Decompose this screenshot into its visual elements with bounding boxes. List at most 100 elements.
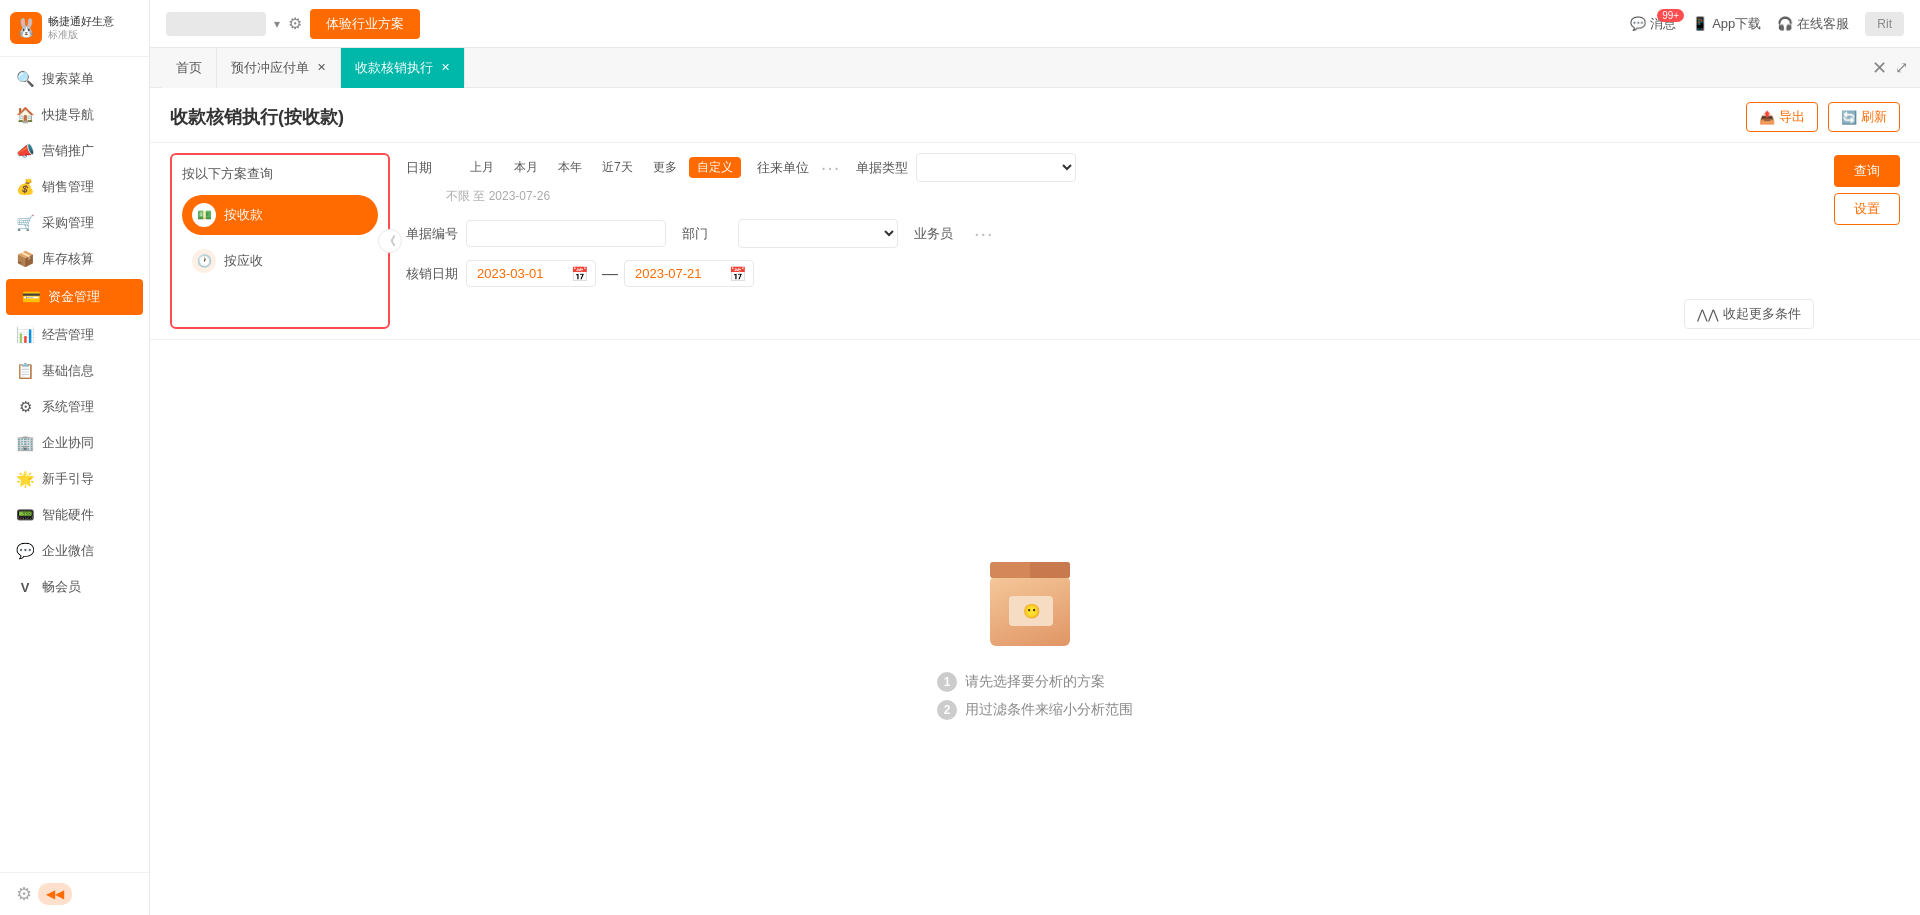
- sidebar-item-guide[interactable]: 🌟 新手引导: [0, 461, 149, 497]
- tab-home-label: 首页: [176, 59, 202, 77]
- headset-icon: 🎧: [1777, 16, 1793, 31]
- filter-scheme-title: 按以下方案查询: [182, 165, 378, 183]
- filter-option-by-receivable[interactable]: 🕐 按应收: [182, 241, 378, 281]
- sidebar-item-marketing[interactable]: 📣 营销推广: [0, 133, 149, 169]
- user-info: Rit: [1865, 12, 1904, 36]
- sidebar-item-purchase[interactable]: 🛒 采购管理: [0, 205, 149, 241]
- filter-row-date: 日期 上月 本月 本年 近7天 更多 自定义: [406, 153, 1818, 182]
- settings-button[interactable]: 设置: [1834, 193, 1900, 225]
- sidebar-item-basic-info[interactable]: 📋 基础信息: [0, 353, 149, 389]
- logo-icon: 🐰: [10, 12, 42, 44]
- empty-hints: 1 请先选择要分析的方案 2 用过滤条件来缩小分析范围: [937, 672, 1133, 720]
- sidebar-item-system[interactable]: ⚙ 系统管理: [0, 389, 149, 425]
- counterpart-label: 往来单位: [757, 159, 809, 177]
- marketing-icon: 📣: [16, 142, 34, 160]
- filter-scheme-collapse-button[interactable]: 《: [378, 229, 402, 253]
- department-label: 部门: [682, 225, 730, 243]
- sidebar-item-business[interactable]: 📊 经营管理: [0, 317, 149, 353]
- basic-info-icon: 📋: [16, 362, 34, 380]
- sales-icon: 💰: [16, 178, 34, 196]
- message-icon: 💬: [1630, 16, 1646, 31]
- export-button[interactable]: 📤 导出: [1746, 102, 1818, 132]
- hardware-icon: 📟: [16, 506, 34, 524]
- topbar-gear-icon[interactable]: ⚙: [288, 14, 302, 33]
- more-date-button[interactable]: 更多: [645, 156, 685, 179]
- last-7-days-button[interactable]: 近7天: [594, 156, 641, 179]
- salesperson-label: 业务员: [914, 225, 962, 243]
- sidebar-collapse-button[interactable]: ◀◀: [38, 883, 72, 905]
- sidebar-menu: 🔍 搜索菜单 🏠 快捷导航 📣 营销推广 💰 销售管理 🛒 采购管理 📦 库存核…: [0, 57, 149, 872]
- tab-receipt-label: 收款核销执行: [355, 59, 433, 77]
- sidebar-item-enterprise[interactable]: 🏢 企业协同: [0, 425, 149, 461]
- solution-button[interactable]: 体验行业方案: [310, 9, 420, 39]
- sidebar-item-inventory[interactable]: 📦 库存核算: [0, 241, 149, 277]
- message-button[interactable]: 💬 消息 99+: [1630, 15, 1676, 33]
- doc-no-input[interactable]: [466, 220, 666, 247]
- filter-option-by-receipt[interactable]: 💵 按收款: [182, 195, 378, 235]
- tab-receipt-offset[interactable]: 收款核销执行 ✕: [341, 48, 465, 88]
- hint-number-2: 2: [937, 700, 957, 720]
- query-button[interactable]: 查询: [1834, 155, 1900, 187]
- last-month-button[interactable]: 上月: [462, 156, 502, 179]
- close-tab-button[interactable]: ✕: [1872, 57, 1887, 79]
- filter-row-offset-date: 核销日期 📅 — 📅: [406, 260, 1818, 287]
- collapse-conditions-button[interactable]: ⋀⋀ 收起更多条件: [1684, 299, 1814, 329]
- sidebar-logo: 🐰 畅捷通好生意 标准版: [0, 0, 149, 57]
- receivable-option-label: 按应收: [224, 252, 263, 270]
- inventory-icon: 📦: [16, 250, 34, 268]
- topbar-left: ▾ ⚙ 体验行业方案: [166, 9, 1618, 39]
- department-select[interactable]: [738, 219, 898, 248]
- tab-prepay-close-icon[interactable]: ✕: [317, 61, 326, 74]
- message-badge: 99+: [1657, 9, 1684, 22]
- custom-date-button[interactable]: 自定义: [689, 157, 741, 178]
- dropdown-arrow-icon[interactable]: ▾: [274, 17, 280, 31]
- sidebar-item-label: 基础信息: [42, 362, 94, 380]
- enterprise-icon: 🏢: [16, 434, 34, 452]
- date-range-separator: —: [602, 265, 618, 283]
- tabbar-actions: ✕ ⤢: [1872, 57, 1908, 79]
- app-download-button[interactable]: 📱 App下载: [1692, 15, 1761, 33]
- this-month-button[interactable]: 本月: [506, 156, 546, 179]
- search-menu-icon: 🔍: [16, 70, 34, 88]
- tab-home[interactable]: 首页: [162, 48, 217, 88]
- hint-text-2: 用过滤条件来缩小分析范围: [965, 701, 1133, 719]
- sidebar-item-finance[interactable]: 💳 资金管理: [6, 279, 143, 315]
- tab-prepay-offset[interactable]: 预付冲应付单 ✕: [217, 48, 341, 88]
- app-label: App下载: [1712, 15, 1761, 33]
- sidebar-item-wechat[interactable]: 💬 企业微信: [0, 533, 149, 569]
- date-field: 日期 上月 本月 本年 近7天 更多 自定义: [406, 156, 741, 179]
- sidebar-item-label: 搜索菜单: [42, 70, 94, 88]
- empty-hint-1: 1 请先选择要分析的方案: [937, 672, 1133, 692]
- calendar-end-icon[interactable]: 📅: [729, 266, 746, 282]
- filter-panel: 按以下方案查询 💵 按收款 🕐 按应收 《: [150, 143, 1920, 340]
- sidebar-item-label: 采购管理: [42, 214, 94, 232]
- settings-icon[interactable]: ⚙: [16, 883, 32, 905]
- offset-date-field: 核销日期 📅 — 📅: [406, 260, 754, 287]
- sidebar-item-label: 快捷导航: [42, 106, 94, 124]
- doc-no-label: 单据编号: [406, 225, 458, 243]
- finance-icon: 💳: [22, 288, 40, 306]
- online-service-button[interactable]: 🎧 在线客服: [1777, 15, 1849, 33]
- home-icon: 🏠: [16, 106, 34, 124]
- sidebar-item-member[interactable]: V 畅会员: [0, 569, 149, 605]
- system-icon: ⚙: [16, 398, 34, 416]
- tab-receipt-close-icon[interactable]: ✕: [441, 61, 450, 74]
- calendar-start-icon[interactable]: 📅: [571, 266, 588, 282]
- offset-date-range: 📅 — 📅: [466, 260, 754, 287]
- doc-type-select[interactable]: [916, 153, 1076, 182]
- query-area: 查询 设置: [1834, 155, 1900, 225]
- sidebar-item-label: 库存核算: [42, 250, 94, 268]
- expand-button[interactable]: ⤢: [1895, 58, 1908, 77]
- logo-tag: 标准版: [48, 28, 114, 42]
- member-icon: V: [16, 580, 34, 595]
- receipt-option-icon: 💵: [192, 203, 216, 227]
- tabbar: 首页 预付冲应付单 ✕ 收款核销执行 ✕ ✕ ⤢: [150, 48, 1920, 88]
- sidebar-item-hardware[interactable]: 📟 智能硬件: [0, 497, 149, 533]
- logo-name: 畅捷通好生意: [48, 14, 114, 28]
- this-year-button[interactable]: 本年: [550, 156, 590, 179]
- sidebar-item-quick-nav[interactable]: 🏠 快捷导航: [0, 97, 149, 133]
- sidebar-item-search-menu[interactable]: 🔍 搜索菜单: [0, 61, 149, 97]
- sidebar-item-sales[interactable]: 💰 销售管理: [0, 169, 149, 205]
- refresh-button[interactable]: 🔄 刷新: [1828, 102, 1900, 132]
- sidebar-item-label: 资金管理: [48, 288, 100, 306]
